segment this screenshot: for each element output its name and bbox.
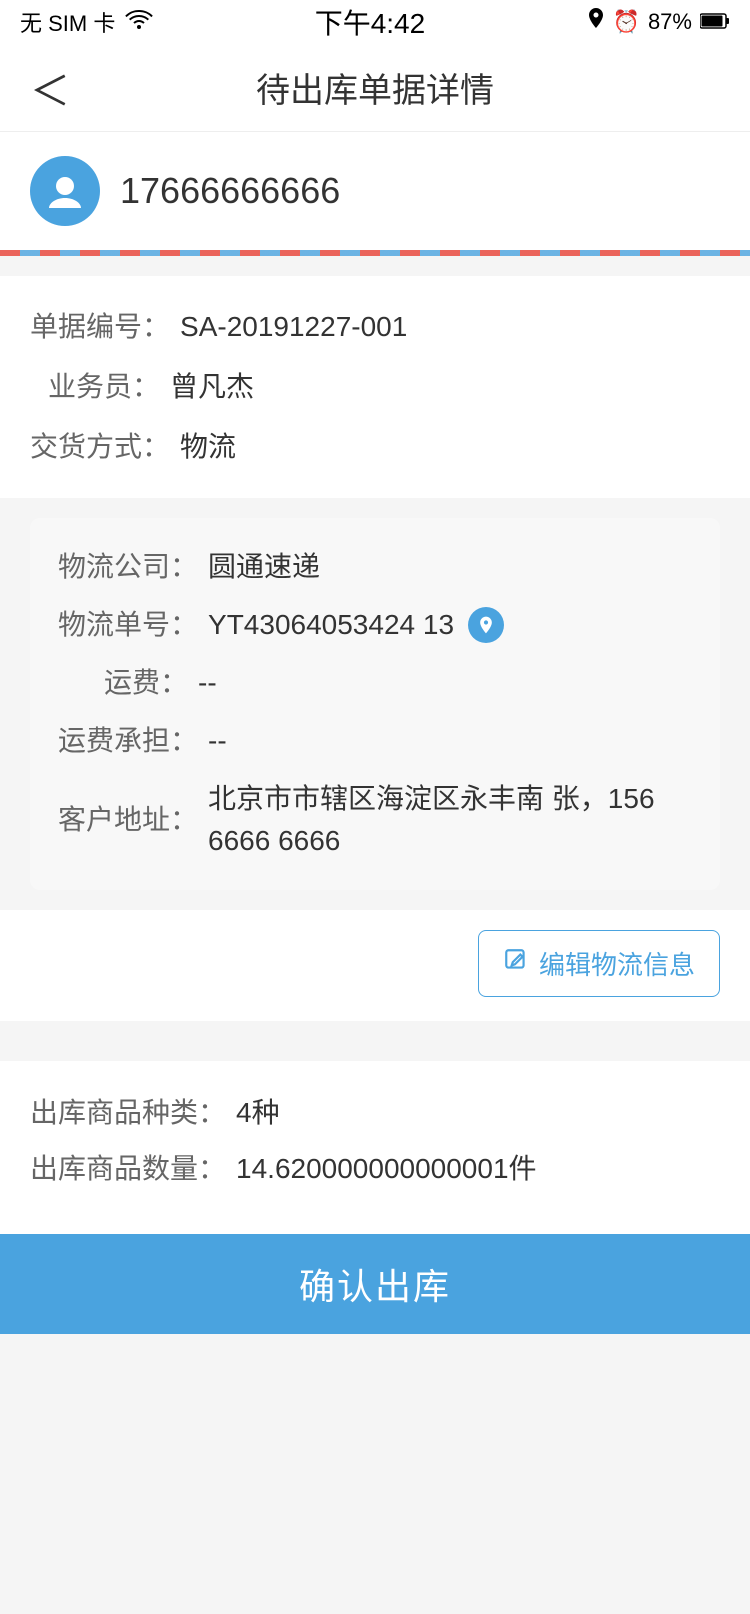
- order-info-card: 单据编号： SA-20191227-001 业务员： 曾凡杰 交货方式： 物流: [0, 276, 750, 498]
- battery-text: 87%: [648, 9, 692, 35]
- delivery-value: 物流: [180, 426, 720, 468]
- location-service-icon: [587, 8, 605, 36]
- location-pin-button[interactable]: [468, 607, 504, 643]
- freight-value: --: [198, 662, 692, 704]
- status-right-icons: ⏰ 87%: [587, 8, 730, 36]
- logistics-card: 物流公司： 圆通速递 物流单号： YT43064053424 13 运费： --…: [30, 518, 720, 890]
- order-number-label: 单据编号：: [30, 306, 180, 348]
- order-number-value: SA-20191227-001: [180, 306, 720, 348]
- bottom-spacer: [0, 1334, 750, 1514]
- page-title: 待出库单据详情: [256, 63, 494, 112]
- edit-button-label: 编辑物流信息: [539, 945, 695, 982]
- order-number-row: 单据编号： SA-20191227-001: [30, 306, 720, 348]
- customer-phone: 17666666666: [120, 170, 340, 212]
- edit-button-row: 编辑物流信息: [0, 910, 750, 1021]
- dashed-divider: [0, 250, 750, 256]
- battery-icon: [700, 9, 730, 35]
- logistics-tracking-row: 物流单号： YT43064053424 13: [58, 604, 692, 646]
- goods-quantity-row: 出库商品数量： 14.620000000000001件: [30, 1147, 720, 1187]
- carrier-text: 无 SIM 卡: [20, 6, 115, 38]
- status-bar: 无 SIM 卡 下午4:42 ⏰ 87%: [0, 0, 750, 44]
- freight-bearer-label: 运费承担：: [58, 720, 208, 762]
- section-gap-2: [0, 1021, 750, 1041]
- nav-bar: ＜ 待出库单据详情: [0, 44, 750, 132]
- address-value: 北京市市辖区海淀区永丰南 张，156 6666 6666: [208, 778, 692, 862]
- edit-icon: [503, 947, 529, 980]
- goods-type-value: 4种: [236, 1091, 280, 1131]
- avatar: [30, 156, 100, 226]
- address-row: 客户地址： 北京市市辖区海淀区永丰南 张，156 6666 6666: [58, 778, 692, 862]
- tracking-number: YT43064053424 13: [208, 604, 454, 646]
- salesperson-label: 业务员：: [30, 366, 170, 408]
- logistics-company-row: 物流公司： 圆通速递: [58, 546, 692, 588]
- logistics-company-value: 圆通速递: [208, 546, 692, 588]
- freight-label: 运费：: [58, 662, 198, 704]
- section-gap-1: [0, 256, 750, 276]
- logistics-company-label: 物流公司：: [58, 546, 208, 588]
- confirm-button-label: 确认出库: [299, 1258, 451, 1310]
- status-carrier: 无 SIM 卡: [20, 6, 153, 38]
- logistics-tracking-label: 物流单号：: [58, 604, 208, 646]
- goods-quantity-label: 出库商品数量：: [30, 1147, 236, 1187]
- delivery-row: 交货方式： 物流: [30, 426, 720, 468]
- wifi-icon: [125, 9, 153, 35]
- salesperson-row: 业务员： 曾凡杰: [30, 366, 720, 408]
- confirm-button[interactable]: 确认出库: [0, 1234, 750, 1334]
- freight-bearer-row: 运费承担： --: [58, 720, 692, 762]
- freight-row: 运费： --: [58, 662, 692, 704]
- customer-card: 17666666666: [0, 132, 750, 250]
- goods-quantity-value: 14.620000000000001件: [236, 1147, 537, 1187]
- edit-logistics-button[interactable]: 编辑物流信息: [478, 930, 720, 997]
- back-button[interactable]: ＜: [30, 59, 90, 117]
- logistics-tracking-value: YT43064053424 13: [208, 604, 692, 646]
- freight-bearer-value: --: [208, 720, 692, 762]
- goods-type-row: 出库商品种类： 4种: [30, 1091, 720, 1131]
- salesperson-value: 曾凡杰: [170, 366, 720, 408]
- alarm-icon: ⏰: [613, 9, 640, 35]
- status-time: 下午4:42: [315, 2, 426, 42]
- goods-section: 出库商品种类： 4种 出库商品数量： 14.620000000000001件: [0, 1061, 750, 1217]
- delivery-label: 交货方式：: [30, 426, 180, 468]
- goods-type-label: 出库商品种类：: [30, 1091, 236, 1131]
- address-label: 客户地址：: [58, 799, 208, 841]
